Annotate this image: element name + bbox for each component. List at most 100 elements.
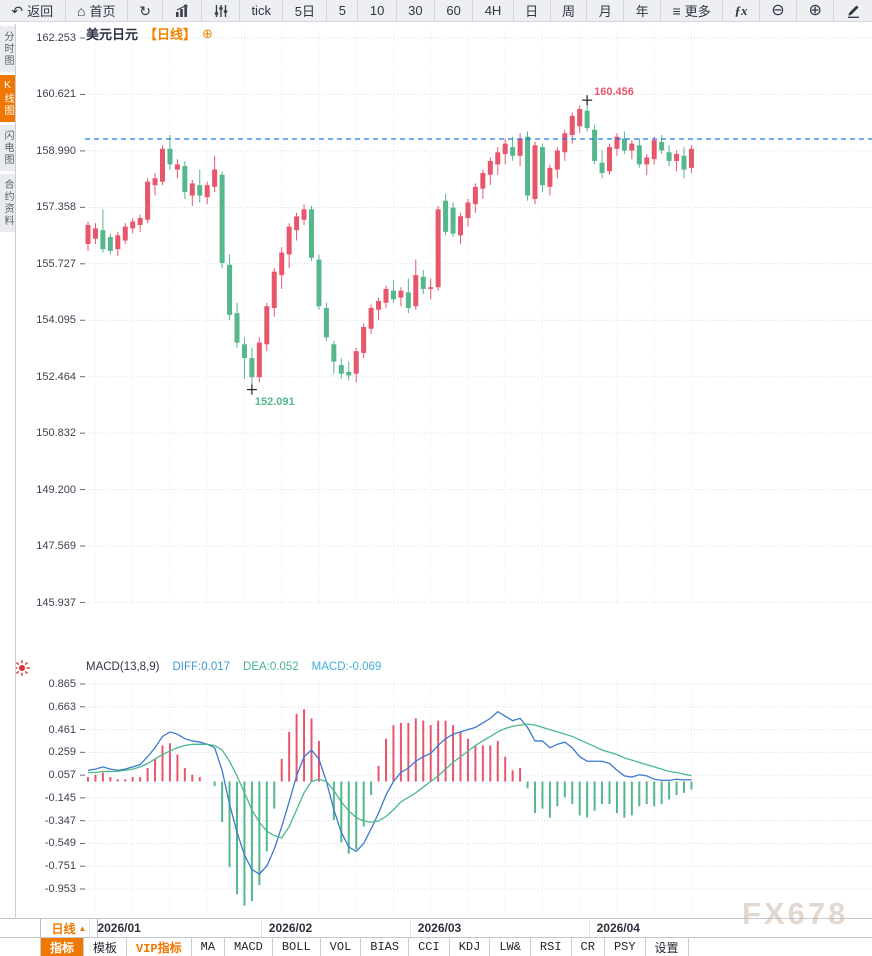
interval-4h-button-label: 4H xyxy=(484,3,502,18)
chart-canvas[interactable] xyxy=(0,0,872,956)
back-button[interactable]: ↶ 返回 xyxy=(0,0,66,21)
interval-month-button-label: 月 xyxy=(598,4,612,19)
zoom-out-button[interactable]: ⊖ xyxy=(760,0,798,21)
fx-button[interactable]: ƒx xyxy=(723,0,760,21)
price-axis-label: 145.937 xyxy=(36,596,76,609)
back-icon: ↶ xyxy=(11,2,24,19)
draw-button[interactable] xyxy=(834,0,872,21)
interval-week-button[interactable]: 周 xyxy=(551,0,588,21)
refresh-button[interactable]: ↻ xyxy=(128,0,164,21)
indicator-tab-10[interactable]: KDJ xyxy=(450,938,491,956)
month-tick xyxy=(588,919,590,937)
interval-30-button-label: 30 xyxy=(408,3,423,18)
chevron-up-icon: ▲ xyxy=(78,923,87,933)
interval-year-button[interactable]: 年 xyxy=(624,0,662,21)
macd-axis-label: -0.347 xyxy=(44,814,76,827)
price-axis-label: 150.832 xyxy=(36,427,76,440)
macd-header: MACD(13,8,9) DIFF:0.017 DEA:0.052 MACD:-… xyxy=(86,661,381,673)
zoom-out-icon: ⊖ xyxy=(771,1,785,19)
interval-30-button[interactable]: 30 xyxy=(397,0,435,21)
interval-5d-button[interactable]: 5日 xyxy=(283,0,328,21)
month-label: 2026/01 xyxy=(97,921,141,935)
home-button[interactable]: ⌂ 首页 xyxy=(66,0,128,21)
macd-diff-value: DIFF:0.017 xyxy=(172,661,231,673)
zoom-in-icon: ⊕ xyxy=(808,1,822,19)
macd-title: MACD(13,8,9) xyxy=(86,661,160,673)
interval-day-button-label: 日 xyxy=(525,4,539,19)
interval-60-button-label: 60 xyxy=(446,3,461,18)
macd-axis-label: 0.461 xyxy=(48,723,76,736)
add-compare-icon[interactable]: ⊕ xyxy=(202,26,213,42)
macd-axis-label: 0.663 xyxy=(48,700,76,713)
interval-4h-button[interactable]: 4H xyxy=(473,0,514,21)
refresh-icon: ↻ xyxy=(139,2,151,19)
toolbar: ↶ 返回 ⌂ 首页 ↻ tick 5日 5 10 30 60 4H 日周月年 ≡ 更多 ƒx ⊖ ⊕ xyxy=(0,0,872,22)
indicator-tab-13[interactable]: CR xyxy=(572,938,605,956)
interval-month-button[interactable]: 月 xyxy=(587,0,625,21)
price-axis-label: 162.253 xyxy=(36,32,76,44)
macd-hist-value: MACD:-0.069 xyxy=(311,661,382,673)
more-button[interactable]: ≡ 更多 xyxy=(661,0,724,21)
month-tick xyxy=(409,919,411,937)
interval-5d-button-label: 5日 xyxy=(294,4,315,19)
month-label: 2026/04 xyxy=(596,921,640,935)
price-axis-label: 152.464 xyxy=(36,370,76,383)
indicator-tab-11[interactable]: LW& xyxy=(490,938,531,956)
high-price-annotation: 160.456 xyxy=(594,86,634,99)
interval-day-button[interactable]: 日 xyxy=(514,0,551,21)
sidebar-tab-2[interactable]: K线图 xyxy=(0,75,15,122)
indicator-tab-7[interactable]: VOL xyxy=(321,938,362,956)
home-button-label: 首页 xyxy=(89,4,116,19)
indicator-tab-3[interactable]: VIP指标 xyxy=(127,938,192,956)
indicator-params-button[interactable] xyxy=(202,0,241,21)
chart-style-button[interactable] xyxy=(163,0,203,21)
zoom-in-button[interactable]: ⊕ xyxy=(797,0,835,21)
sliders-icon xyxy=(214,4,228,18)
interval-5-button-label: 5 xyxy=(338,3,347,18)
sidebar-chart-types: 分时图 K线图闪电图合约资料 xyxy=(0,24,16,918)
period-tag: 【日线】 xyxy=(144,27,197,42)
bar-chart-icon xyxy=(175,3,190,18)
symbol-name: 美元日元 xyxy=(86,27,139,42)
more-button-label: 更多 xyxy=(684,4,711,19)
chart-title: 美元日元 【日线】 ⊕ xyxy=(86,24,213,43)
indicator-tab-15[interactable]: 设置 xyxy=(646,938,689,956)
app-root: ↶ 返回 ⌂ 首页 ↻ tick 5日 5 10 30 60 4H 日周月年 ≡ 更多 ƒx ⊖ ⊕ 分时图 K线图… xyxy=(0,0,872,956)
period-selector-label: 日线 xyxy=(51,921,76,936)
macd-axis-label: -0.953 xyxy=(44,883,76,895)
indicator-tab-5[interactable]: MACD xyxy=(225,938,273,956)
price-axis-label: 158.990 xyxy=(36,144,76,157)
pencil-icon xyxy=(846,3,861,18)
month-tick xyxy=(89,919,91,937)
interval-year-button-label: 年 xyxy=(635,4,649,19)
indicator-tab-6[interactable]: BOLL xyxy=(273,938,321,956)
indicator-tab-1[interactable]: 指标 xyxy=(40,938,85,956)
interval-tick-button-label: tick xyxy=(251,3,271,18)
price-axis-label: 149.200 xyxy=(36,483,76,496)
interval-60-button[interactable]: 60 xyxy=(435,0,474,21)
macd-dea-value: DEA:0.052 xyxy=(243,661,299,673)
home-icon: ⌂ xyxy=(76,2,86,19)
price-axis-label: 160.621 xyxy=(36,88,76,101)
month-label: 2026/03 xyxy=(417,921,462,935)
interval-10-button[interactable]: 10 xyxy=(358,0,397,21)
indicator-tab-12[interactable]: RSI xyxy=(531,938,572,956)
interval-5-button[interactable]: 5 xyxy=(327,0,359,21)
back-button-label: 返回 xyxy=(27,4,54,19)
indicator-tab-2[interactable]: 模板 xyxy=(84,938,128,956)
indicator-tab-8[interactable]: BIAS xyxy=(361,938,410,956)
price-axis-label: 147.569 xyxy=(36,540,76,553)
low-price-annotation: 152.091 xyxy=(254,395,295,408)
macd-axis-label: -0.145 xyxy=(44,791,76,804)
sidebar-tab-3[interactable]: 闪电图 xyxy=(0,125,15,171)
indicator-tab-4[interactable]: MA xyxy=(192,938,226,956)
sidebar-tab-1[interactable]: 分时图 xyxy=(0,26,15,72)
interval-week-button-label: 周 xyxy=(561,4,575,19)
indicator-tab-9[interactable]: CCI xyxy=(409,938,450,956)
interval-tick-button[interactable]: tick xyxy=(240,0,284,21)
macd-axis-label: -0.751 xyxy=(44,860,76,873)
sidebar-tab-4[interactable]: 合约资料 xyxy=(0,174,15,232)
indicator-tab-14[interactable]: PSY xyxy=(605,938,646,956)
price-axis-label: 155.727 xyxy=(36,257,76,270)
month-tick xyxy=(260,919,262,937)
